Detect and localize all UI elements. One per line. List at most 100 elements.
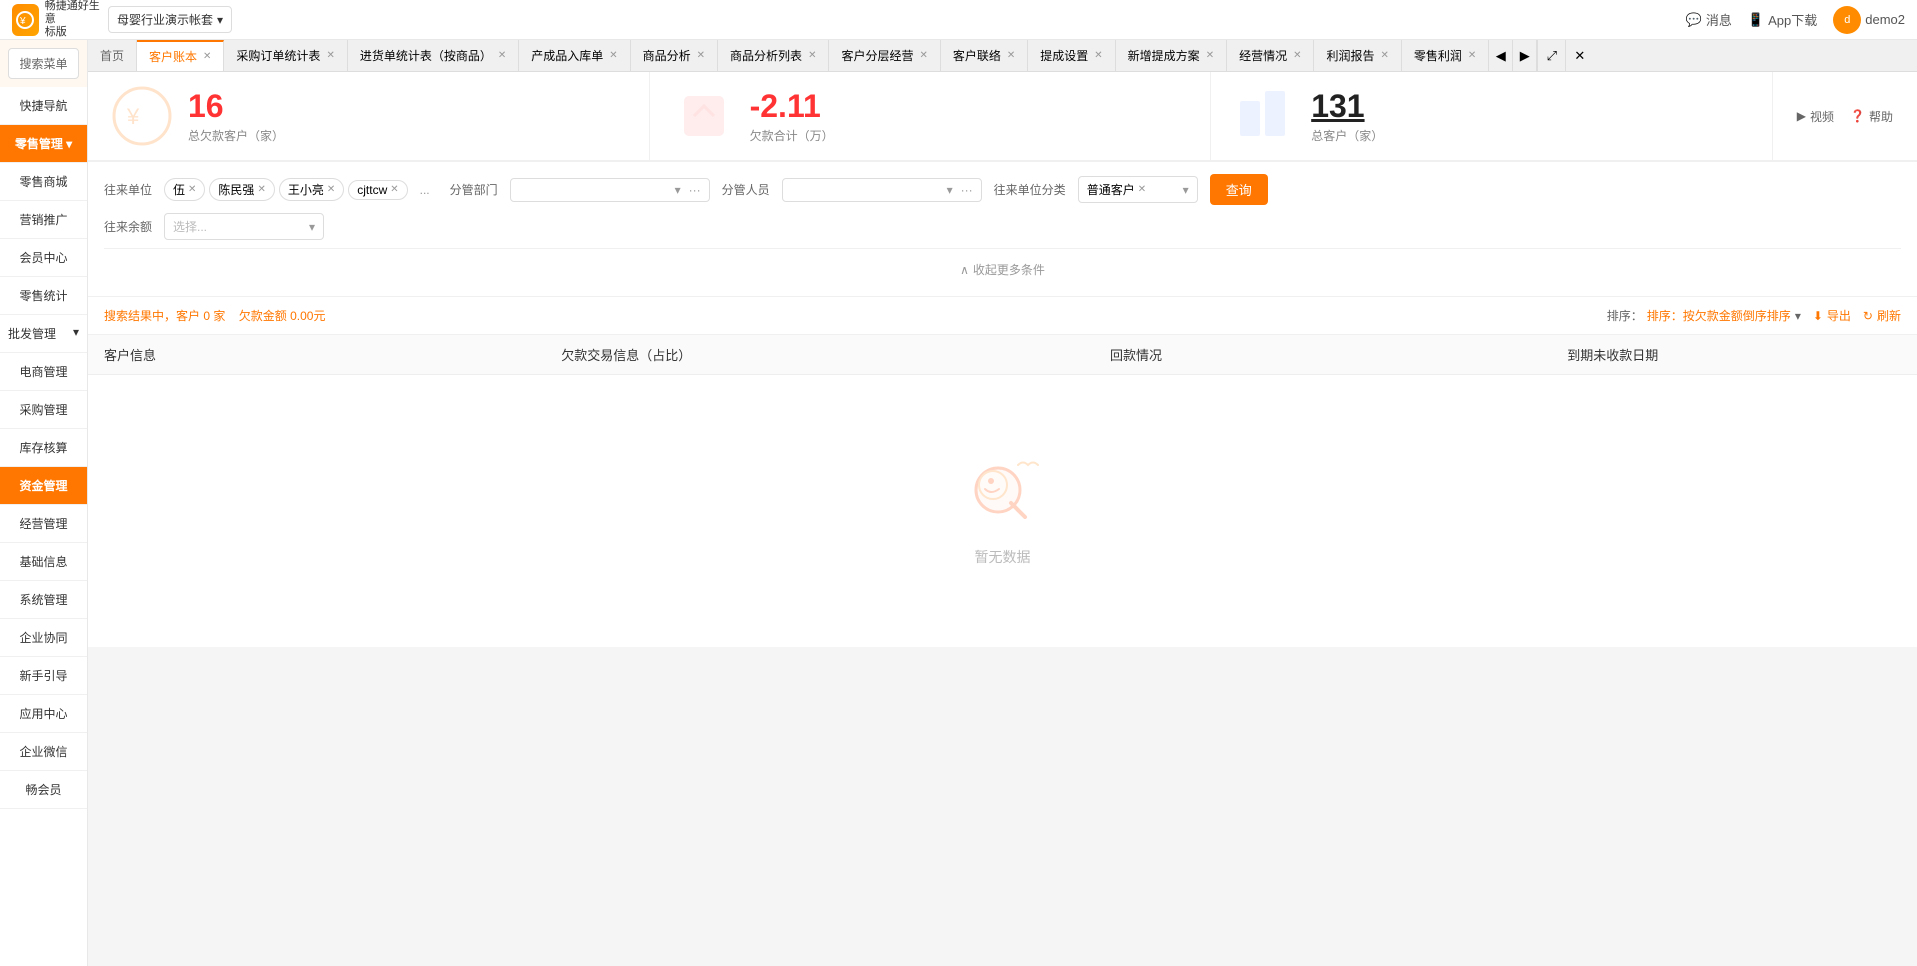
search-result: 搜索结果中，客户 0 家 欠款金额 0.00元 bbox=[104, 307, 325, 324]
message-btn[interactable]: 💬 消息 bbox=[1686, 10, 1732, 29]
tab-close-profit[interactable]: ✕ bbox=[1381, 50, 1389, 61]
tab-customer-contact[interactable]: 客户联络 ✕ bbox=[941, 40, 1028, 72]
close-icon-normal[interactable]: ✕ bbox=[1138, 184, 1146, 195]
tab-operations-status[interactable]: 经营情况 ✕ bbox=[1227, 40, 1314, 72]
tab-product-analysis[interactable]: 商品分析 ✕ bbox=[631, 40, 718, 72]
dept-arrow: ▾ bbox=[675, 183, 681, 197]
tab-close-raise[interactable]: ✕ bbox=[1094, 50, 1102, 61]
sidebar-item-wechat[interactable]: 企业微信 bbox=[0, 733, 87, 771]
sidebar-item-retail-mall[interactable]: 零售商城 bbox=[0, 163, 87, 201]
tab-close-ops[interactable]: ✕ bbox=[1293, 50, 1301, 61]
tab-purchase-order-stats[interactable]: 采购订单统计表 ✕ bbox=[224, 40, 347, 72]
sort-value: 排序：按欠款金额倒序排序 bbox=[1647, 307, 1791, 324]
account-name: 母婴行业演示帐套 bbox=[117, 11, 213, 28]
sidebar-item-batch-mgmt[interactable]: 批发管理▾ bbox=[0, 315, 87, 353]
collapse-icon: ∧ bbox=[960, 263, 969, 277]
tab-customer-balance[interactable]: 客户账本 ✕ bbox=[137, 40, 224, 72]
total-customers2-label: 总客户（家） bbox=[1311, 127, 1383, 144]
category-select[interactable]: 普通客户 ✕ ▾ bbox=[1078, 176, 1198, 203]
svg-text:¥: ¥ bbox=[19, 16, 26, 27]
sidebar-item-purchase[interactable]: 采购管理 bbox=[0, 391, 87, 429]
dept-select[interactable]: ▾ ··· bbox=[510, 178, 710, 202]
sidebar-item-inventory[interactable]: 库存核算 bbox=[0, 429, 87, 467]
export-btn[interactable]: ⬇ 导出 bbox=[1813, 307, 1851, 324]
close-icon-chen[interactable]: ✕ bbox=[257, 184, 265, 195]
tab-close-incoming[interactable]: ✕ bbox=[498, 50, 506, 61]
tab-label: 产成品入库单 bbox=[531, 47, 603, 64]
tab-product-analysis-list[interactable]: 商品分析列表 ✕ bbox=[718, 40, 829, 72]
sidebar-item-basic-info[interactable]: 基础信息 bbox=[0, 543, 87, 581]
stat-total-customers: ¥ 16 总欠款客户（家） bbox=[88, 72, 650, 162]
close-icon-wang[interactable]: ✕ bbox=[327, 184, 335, 195]
sidebar-item-marketing[interactable]: 营销推广 bbox=[0, 201, 87, 239]
tab-home[interactable]: 首页 bbox=[88, 40, 137, 72]
tab-prev-btn[interactable]: ◀ bbox=[1489, 40, 1513, 72]
sidebar-item-operations[interactable]: 经营管理 bbox=[0, 505, 87, 543]
tab-close-product[interactable]: ✕ bbox=[609, 50, 617, 61]
tab-close-analysis[interactable]: ✕ bbox=[697, 50, 705, 61]
query-btn[interactable]: 查询 bbox=[1210, 174, 1268, 205]
tab-close-segment[interactable]: ✕ bbox=[919, 50, 927, 61]
tab-next-btn[interactable]: ▶ bbox=[1513, 40, 1537, 72]
sidebar: 搜索菜单 快捷导航 零售管理 ▾ 零售商城 营销推广 会员中心 零售统计 批发管… bbox=[0, 40, 88, 966]
tab-close-contact[interactable]: ✕ bbox=[1007, 50, 1015, 61]
tab-retail-profit[interactable]: 零售利润 ✕ bbox=[1402, 40, 1489, 72]
filter-tag-wu[interactable]: 伍 ✕ bbox=[164, 178, 205, 201]
tab-expand-btn[interactable]: ⤢ bbox=[1537, 40, 1565, 72]
person-select[interactable]: ▾ ··· bbox=[782, 178, 982, 202]
tab-close-purchase[interactable]: ✕ bbox=[326, 50, 334, 61]
tab-incoming-stats[interactable]: 进货单统计表（按商品） ✕ bbox=[348, 40, 519, 72]
tab-raise-settings[interactable]: 提成设置 ✕ bbox=[1028, 40, 1115, 72]
person-label: 分管人员 bbox=[722, 181, 770, 198]
tab-close-retail-profit[interactable]: ✕ bbox=[1468, 50, 1476, 61]
video-btn[interactable]: ▶ 视频 bbox=[1797, 108, 1834, 125]
tab-close-new-raise[interactable]: ✕ bbox=[1206, 50, 1214, 61]
more-tags-btn[interactable]: ... bbox=[412, 179, 438, 201]
close-icon-cjttcw[interactable]: ✕ bbox=[390, 184, 398, 195]
app-download-btn[interactable]: 📱 App下载 bbox=[1748, 10, 1817, 29]
sidebar-item-finance[interactable]: 资金管理 bbox=[0, 467, 87, 505]
help-btn[interactable]: ❓ 帮助 bbox=[1850, 108, 1893, 125]
tab-bar: 首页 客户账本 ✕ 采购订单统计表 ✕ 进货单统计表（按商品） ✕ 产成品入库单… bbox=[88, 40, 1917, 72]
tab-profit-report[interactable]: 利润报告 ✕ bbox=[1314, 40, 1401, 72]
search-menu-btn[interactable]: 搜索菜单 bbox=[8, 48, 79, 79]
tab-new-raise[interactable]: 新增提成方案 ✕ bbox=[1116, 40, 1227, 72]
tab-close-analysis-list[interactable]: ✕ bbox=[808, 50, 816, 61]
tag-label: 王小亮 bbox=[288, 181, 324, 198]
sidebar-item-app-center[interactable]: 应用中心 bbox=[0, 695, 87, 733]
tab-label: 商品分析 bbox=[643, 47, 691, 64]
sidebar-item-member-center[interactable]: 会员中心 bbox=[0, 239, 87, 277]
result-unit: 家 bbox=[213, 309, 225, 323]
sidebar-item-guide[interactable]: 新手引导 bbox=[0, 657, 87, 695]
refresh-btn[interactable]: ↻ 刷新 bbox=[1863, 307, 1901, 324]
tab-customer-segment[interactable]: 客户分层经营 ✕ bbox=[829, 40, 940, 72]
filter-tag-chen[interactable]: 陈民强 ✕ bbox=[209, 178, 274, 201]
empty-state: 暂无数据 bbox=[88, 375, 1917, 647]
sidebar-item-member[interactable]: 畅会员 bbox=[0, 771, 87, 809]
account-selector[interactable]: 母婴行业演示帐套 ▾ bbox=[108, 6, 232, 33]
video-label: 视频 bbox=[1810, 108, 1834, 125]
collapse-btn[interactable]: ∧ 收起更多条件 bbox=[104, 255, 1901, 284]
filter-tag-cjttcw[interactable]: cjttcw ✕ bbox=[348, 180, 407, 200]
tab-label: 新增提成方案 bbox=[1128, 47, 1200, 64]
close-icon-wu[interactable]: ✕ bbox=[188, 184, 196, 195]
tab-close-customer-balance[interactable]: ✕ bbox=[203, 51, 211, 62]
dept-more[interactable]: ··· bbox=[689, 183, 701, 197]
sidebar-item-enterprise[interactable]: 企业协同 bbox=[0, 619, 87, 657]
table-toolbar: 搜索结果中，客户 0 家 欠款金额 0.00元 排序： 排序：按欠款金额倒序排序… bbox=[88, 297, 1917, 335]
filter-tag-wang[interactable]: 王小亮 ✕ bbox=[279, 178, 344, 201]
user-area[interactable]: d demo2 bbox=[1833, 6, 1905, 34]
category-tag-normal[interactable]: 普通客户 ✕ bbox=[1087, 181, 1146, 198]
sidebar-item-system[interactable]: 系统管理 bbox=[0, 581, 87, 619]
sidebar-item-retail-stats[interactable]: 零售统计 bbox=[0, 277, 87, 315]
person-more[interactable]: ··· bbox=[961, 183, 973, 197]
sidebar-item-quick-nav[interactable]: 快捷导航 bbox=[0, 87, 87, 125]
sidebar-item-retail-mgmt[interactable]: 零售管理 ▾ bbox=[0, 125, 87, 163]
tab-product-incoming[interactable]: 产成品入库单 ✕ bbox=[519, 40, 630, 72]
col-header-date: 到期未收款日期 bbox=[1551, 335, 1917, 375]
col-header-payment: 回款情况 bbox=[1094, 335, 1551, 375]
tab-close-all-btn[interactable]: ✕ bbox=[1565, 40, 1593, 72]
sidebar-item-ecommerce[interactable]: 电商管理 bbox=[0, 353, 87, 391]
sort-select[interactable]: 排序： 排序：按欠款金额倒序排序 ▾ bbox=[1607, 307, 1801, 324]
balance-select[interactable]: 选择... ▾ bbox=[164, 213, 324, 240]
